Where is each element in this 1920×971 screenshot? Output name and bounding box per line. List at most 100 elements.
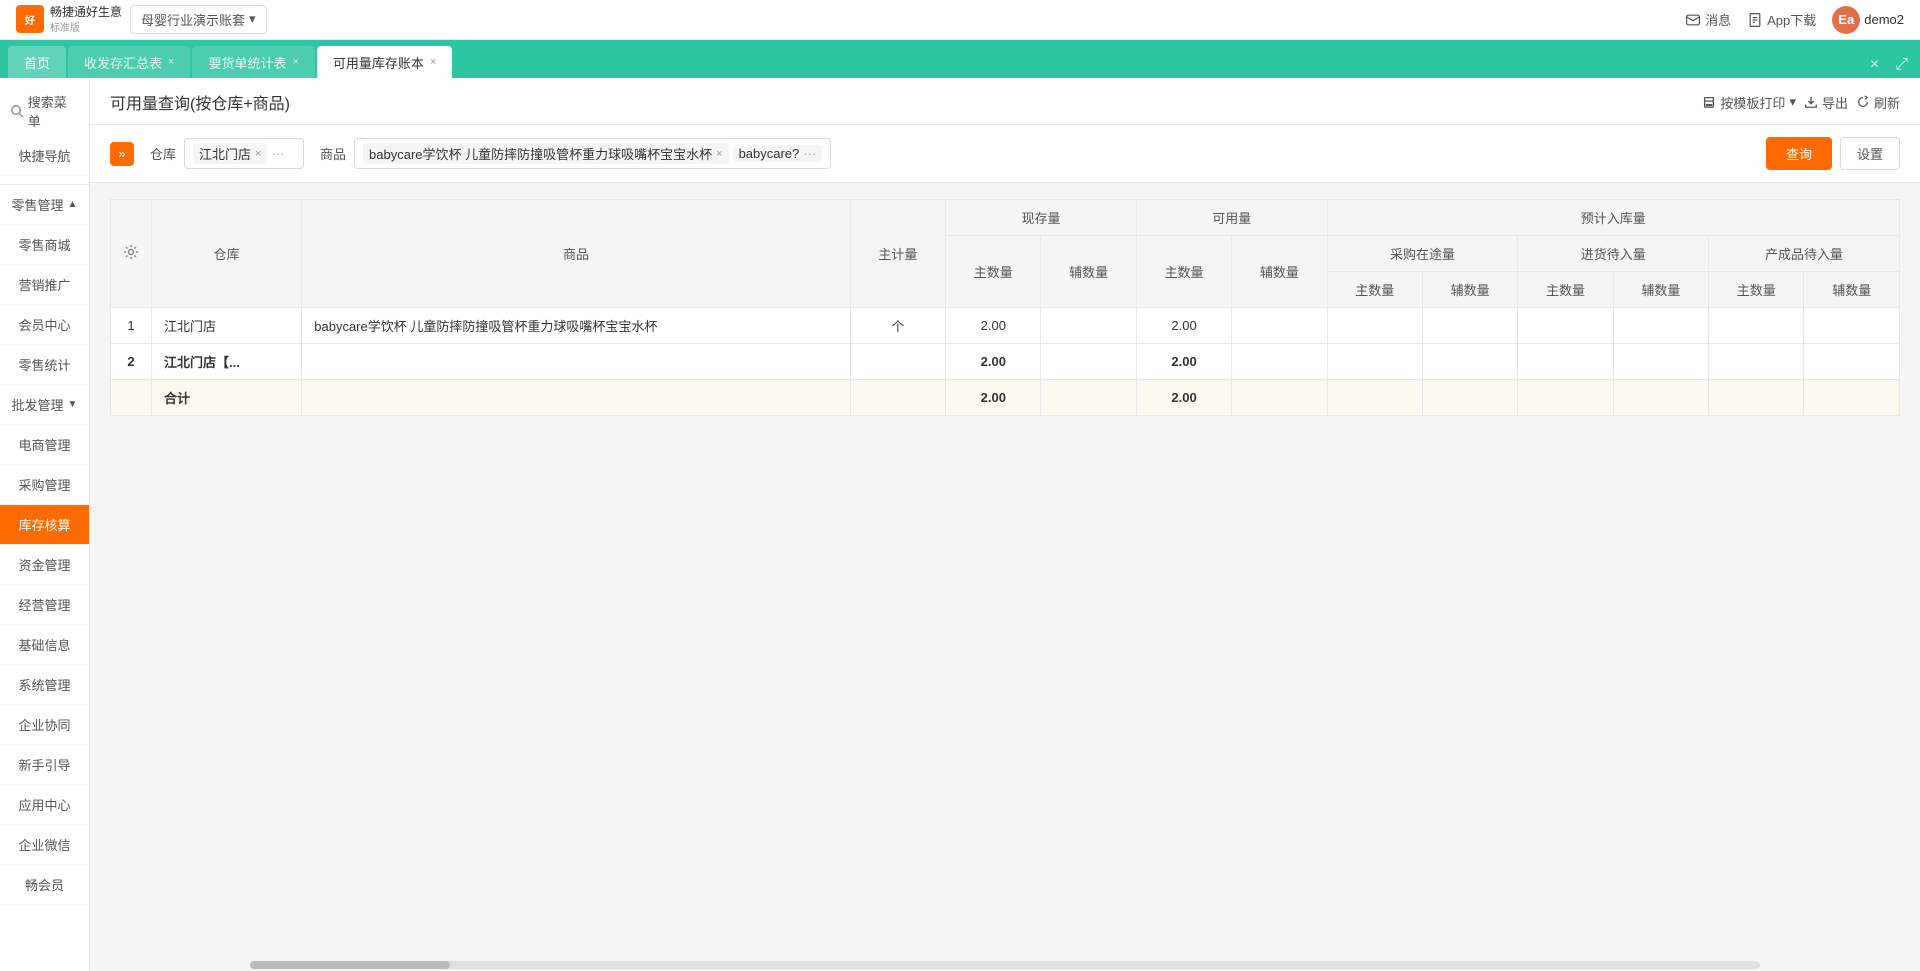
- tab-order-stats-label: 要货单统计表: [208, 53, 286, 72]
- query-button[interactable]: 查询: [1766, 137, 1832, 170]
- cell-stock-aux-2: [1041, 344, 1136, 380]
- tab-receive-summary[interactable]: 收发存汇总表 ×: [68, 46, 190, 78]
- tab-available-stock[interactable]: 可用量库存账本 ×: [317, 46, 452, 78]
- sidebar-search-button[interactable]: 搜索菜单: [0, 86, 89, 136]
- sidebar-item-vip[interactable]: 畅会员: [0, 865, 89, 905]
- col-avail-main-header: 主数量: [1136, 236, 1231, 308]
- logo-text: 畅捷通好生意: [50, 5, 122, 19]
- message-button[interactable]: 消息: [1685, 10, 1731, 29]
- sidebar-system-label: 系统管理: [18, 675, 70, 694]
- col-goods-inbound-header: 进货待入量: [1518, 236, 1709, 272]
- sidebar-item-system[interactable]: 系统管理: [0, 665, 89, 705]
- data-table: 仓库 商品 主计量 现存量 可用量 预计入库量 主数量 辅数量 主数量 辅数量 …: [110, 199, 1900, 416]
- nav-tabs: 首页 收发存汇总表 × 要货单统计表 × 可用量库存账本 × × ⤢: [0, 40, 1920, 78]
- sidebar-item-enterprise[interactable]: 企业协同: [0, 705, 89, 745]
- tab-order-stats[interactable]: 要货单统计表 ×: [192, 46, 314, 78]
- sidebar-item-retail-mgmt[interactable]: 零售管理 ▲: [0, 185, 89, 225]
- tab-home[interactable]: 首页: [8, 46, 66, 78]
- total-avail-main: 2.00: [1136, 380, 1231, 416]
- sidebar: 搜索菜单 快捷导航 零售管理 ▲ 零售商城 营销推广 会员中心 零售统计: [0, 78, 90, 971]
- horizontal-scrollbar[interactable]: [250, 961, 1760, 969]
- total-spacer-3: [850, 380, 945, 416]
- sidebar-wechat-label: 企业微信: [18, 835, 70, 854]
- filter-toggle-button[interactable]: »: [110, 142, 134, 166]
- sidebar-vip-label: 畅会员: [25, 875, 64, 894]
- scrollbar-thumb[interactable]: [250, 961, 450, 969]
- sidebar-item-finance[interactable]: 资金管理: [0, 545, 89, 585]
- total-pt-aux: [1422, 380, 1517, 416]
- cell-stock-main-2: 2.00: [946, 344, 1041, 380]
- settings-icon[interactable]: [123, 244, 139, 260]
- col-avail-aux-header: 辅数量: [1232, 236, 1327, 308]
- warehouse-tag-remove[interactable]: ×: [255, 148, 261, 160]
- sidebar-item-operations[interactable]: 经营管理: [0, 585, 89, 625]
- refresh-button[interactable]: 刷新: [1856, 93, 1900, 112]
- col-goods-in-main-header: 主数量: [1518, 272, 1613, 308]
- sidebar-retail-mgmt-arrow: ▲: [68, 199, 78, 210]
- username: demo2: [1864, 12, 1904, 27]
- sidebar-item-wholesale-mgmt[interactable]: 批发管理 ▼: [0, 385, 89, 425]
- sidebar-item-member-center[interactable]: 会员中心: [0, 305, 89, 345]
- sidebar-item-app-center[interactable]: 应用中心: [0, 785, 89, 825]
- tab-available-stock-close[interactable]: ×: [430, 56, 436, 68]
- sidebar-item-inventory[interactable]: 库存核算: [0, 505, 89, 545]
- col-product-header: 商品: [302, 200, 850, 308]
- sidebar-item-retail-mall[interactable]: 零售商城: [0, 225, 89, 265]
- col-prod-in-aux-header: 辅数量: [1804, 272, 1900, 308]
- cell-goods-in-aux-2: [1613, 344, 1708, 380]
- product-more[interactable]: ···: [803, 146, 816, 161]
- col-warehouse-header: 仓库: [152, 200, 302, 308]
- industry-selector[interactable]: 母婴行业演示账套 ▾: [130, 5, 267, 34]
- sidebar-item-wechat[interactable]: 企业微信: [0, 825, 89, 865]
- logo-area: 好 畅捷通好生意 标准版: [16, 5, 122, 34]
- sidebar-item-purchase[interactable]: 采购管理: [0, 465, 89, 505]
- sidebar-enterprise-label: 企业协同: [18, 715, 70, 734]
- cell-pur-trans-aux-2: [1422, 344, 1517, 380]
- top-bar-right: 消息 App下载 Ea demo2: [1685, 6, 1904, 34]
- content-area: 可用量查询(按仓库+商品) 按模板打印 ▾ 导出 刷新: [90, 78, 1920, 971]
- close-window-button[interactable]: ×: [1866, 56, 1883, 74]
- sidebar-item-quick-nav[interactable]: 快捷导航: [0, 136, 89, 176]
- app-download-button[interactable]: App下载: [1747, 10, 1816, 29]
- tab-window-controls: × ⤢: [1866, 56, 1912, 78]
- sidebar-retail-stats-label: 零售统计: [18, 355, 70, 374]
- export-button[interactable]: 导出: [1804, 93, 1848, 112]
- app-download-label: App下载: [1767, 10, 1816, 29]
- sidebar-item-basic-info[interactable]: 基础信息: [0, 625, 89, 665]
- user-area[interactable]: Ea demo2: [1832, 6, 1904, 34]
- export-label: 导出: [1822, 93, 1848, 112]
- sidebar-item-retail-stats[interactable]: 零售统计: [0, 345, 89, 385]
- sidebar-finance-label: 资金管理: [18, 555, 70, 574]
- warehouse-filter-field[interactable]: 江北门店 × ···: [184, 138, 304, 169]
- tab-receive-summary-close[interactable]: ×: [168, 56, 174, 68]
- total-gi-main: [1518, 380, 1613, 416]
- cell-stock-aux-1: [1041, 308, 1136, 344]
- top-bar: 好 畅捷通好生意 标准版 母婴行业演示账套 ▾ 消息 App下载 Ea demo…: [0, 0, 1920, 40]
- sidebar-search-area: 搜索菜单 快捷导航: [0, 78, 89, 185]
- maximize-window-button[interactable]: ⤢: [1891, 56, 1912, 74]
- tab-order-stats-close[interactable]: ×: [292, 56, 298, 68]
- filter-area: » 仓库 江北门店 × ··· 商品 babycare学饮杯 儿童防摔防撞吸管杯…: [90, 125, 1920, 183]
- search-icon: [10, 104, 24, 118]
- sidebar-item-ecommerce[interactable]: 电商管理: [0, 425, 89, 465]
- sidebar-marketing-label: 营销推广: [18, 275, 70, 294]
- product-tag-1-remove[interactable]: ×: [716, 148, 722, 160]
- tab-receive-summary-label: 收发存汇总表: [84, 53, 162, 72]
- cell-unit-2: [850, 344, 945, 380]
- warehouse-more[interactable]: ···: [271, 146, 284, 161]
- avatar: Ea: [1832, 6, 1860, 34]
- sidebar-wholesale-arrow: ▼: [68, 399, 78, 410]
- cell-avail-aux-1: [1232, 308, 1327, 344]
- template-print-button[interactable]: 按模板打印 ▾: [1702, 93, 1796, 112]
- sidebar-item-marketing[interactable]: 营销推广: [0, 265, 89, 305]
- col-stock-aux-header: 辅数量: [1041, 236, 1136, 308]
- export-icon: [1804, 95, 1818, 109]
- product-filter-field[interactable]: babycare学饮杯 儿童防摔防撞吸管杯重力球吸嘴杯宝宝水杯 × babyca…: [354, 138, 831, 169]
- cell-product-2: [302, 344, 850, 380]
- product-tag-2: babycare? ···: [733, 145, 823, 162]
- sidebar-item-new-guide[interactable]: 新手引导: [0, 745, 89, 785]
- page-title: 可用量查询(按仓库+商品): [110, 90, 290, 124]
- industry-label: 母婴行业演示账套: [141, 10, 245, 29]
- setting-button[interactable]: 设置: [1840, 137, 1900, 170]
- total-pi-main: [1709, 380, 1804, 416]
